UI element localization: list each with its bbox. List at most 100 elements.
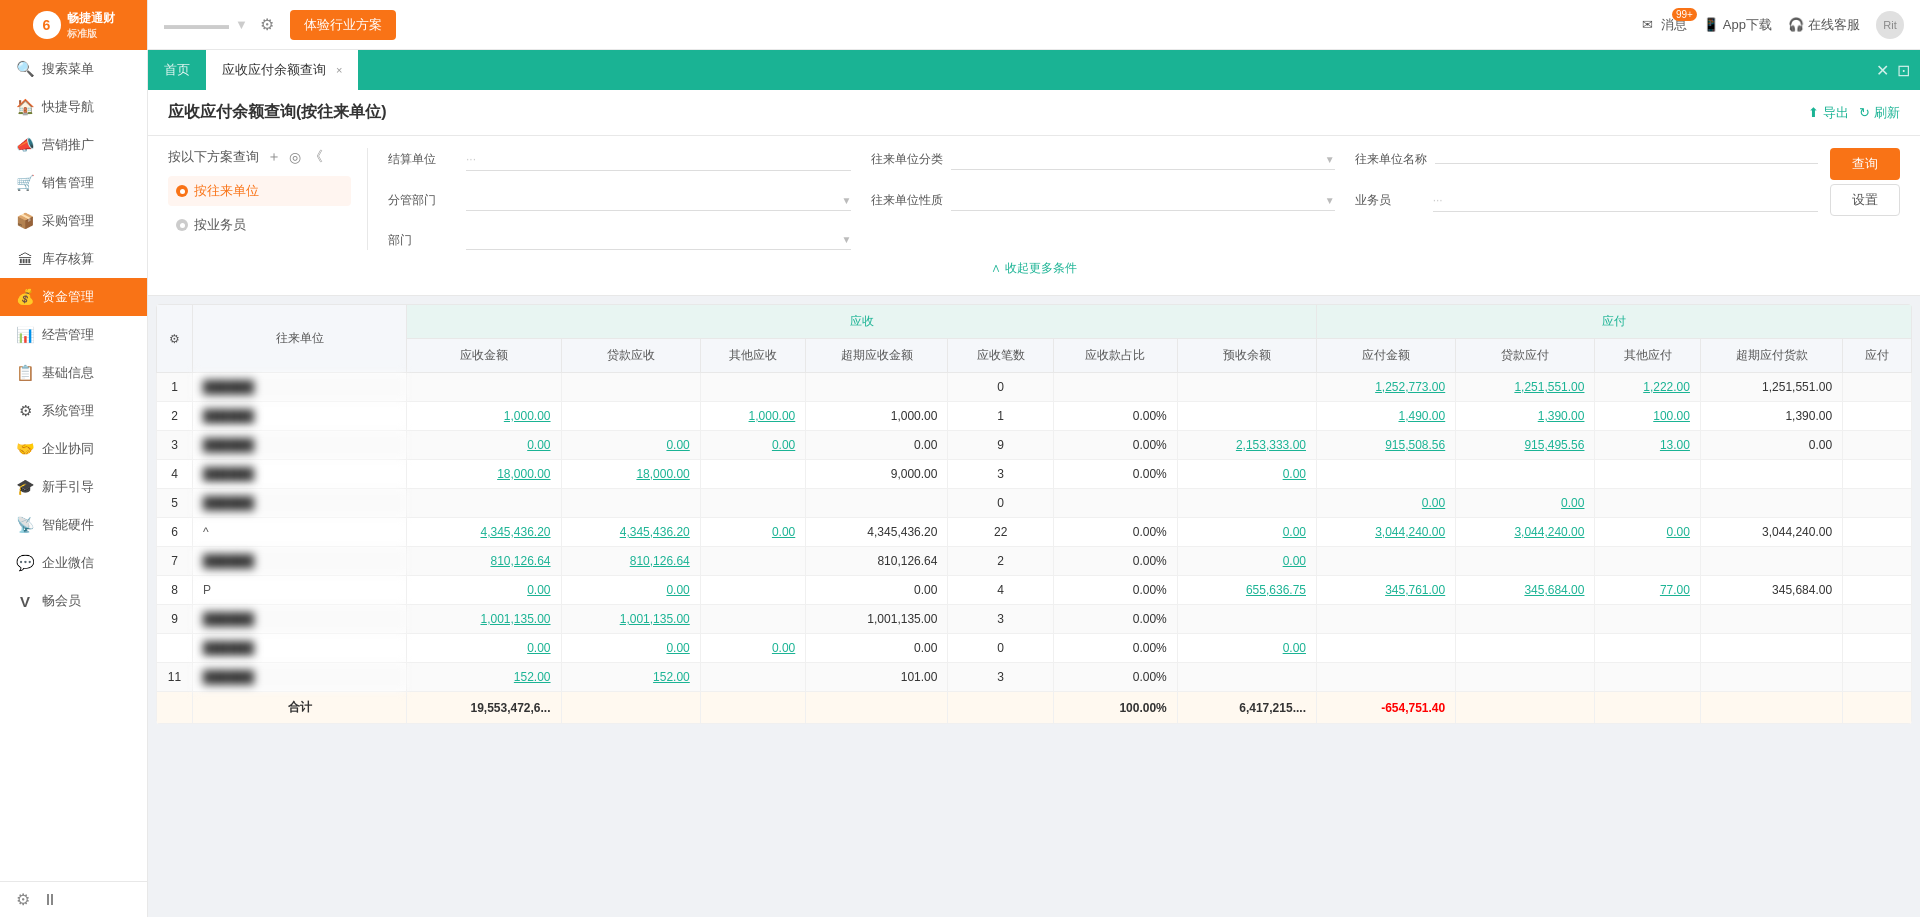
link-prepaid[interactable]: 0.00 xyxy=(1283,525,1306,539)
unit-category-input[interactable]: ▼ xyxy=(951,150,1334,170)
link-ap-amount[interactable]: 1,252,773.00 xyxy=(1375,380,1445,394)
sidebar-item-member[interactable]: V 畅会员 xyxy=(0,582,147,620)
link-ar[interactable]: 18,000.00 xyxy=(497,467,550,481)
sidebar-item-collab[interactable]: 🤝 企业协同 xyxy=(0,430,147,468)
link-ar[interactable]: 0.00 xyxy=(527,641,550,655)
link-ar-loan[interactable]: 0.00 xyxy=(666,438,689,452)
link-ap-other[interactable]: 77.00 xyxy=(1660,583,1690,597)
app-download-button[interactable]: 📱 App下载 xyxy=(1703,16,1772,34)
sidebar-item-nav[interactable]: 🏠 快捷导航 xyxy=(0,88,147,126)
link-ar-loan[interactable]: 810,126.64 xyxy=(630,554,690,568)
link-ar-other[interactable]: 0.00 xyxy=(772,641,795,655)
scheme-option-partner[interactable]: 按往来单位 xyxy=(168,176,351,206)
sidebar-item-search[interactable]: 🔍 搜索菜单 xyxy=(0,50,147,88)
sidebar-settings-icon[interactable]: ⚙ xyxy=(16,890,30,909)
link-ap[interactable]: 915,508.56 xyxy=(1385,438,1445,452)
tab-close-icon[interactable]: × xyxy=(336,64,342,76)
scheme-option-salesperson[interactable]: 按业务员 xyxy=(168,210,351,240)
sidebar-item-operations[interactable]: 📊 经营管理 xyxy=(0,316,147,354)
finance-icon: 💰 xyxy=(16,288,34,306)
link-ap-other[interactable]: 13.00 xyxy=(1660,438,1690,452)
link-prepaid[interactable]: 655,636.75 xyxy=(1246,583,1306,597)
promo-button[interactable]: 体验行业方案 xyxy=(290,10,396,40)
link-ar[interactable]: 152.00 xyxy=(514,670,551,684)
tab-maximize-icon[interactable]: ⊡ xyxy=(1897,61,1910,80)
sidebar-item-basic[interactable]: 📋 基础信息 xyxy=(0,354,147,392)
link-ar-loan[interactable]: 0.00 xyxy=(666,641,689,655)
th-settings[interactable]: ⚙ xyxy=(157,305,193,373)
sidebar-item-system[interactable]: ⚙ 系统管理 xyxy=(0,392,147,430)
link-ap-loan[interactable]: 915,495.56 xyxy=(1524,438,1584,452)
table-row: 1 ██████ 0 1,252,773.00 1,251,551.00 1,2… xyxy=(157,373,1912,402)
link-prepaid[interactable]: 0.00 xyxy=(1283,467,1306,481)
add-scheme-icon[interactable]: ＋ xyxy=(267,148,281,166)
topbar-settings-icon[interactable]: ⚙ xyxy=(260,15,274,34)
cell-ar-loan: 0.00 xyxy=(561,576,700,605)
tab-close-button[interactable]: ✕ xyxy=(1876,61,1889,80)
dept2-input[interactable]: ▼ xyxy=(466,230,851,250)
unit-nature-input[interactable]: ▼ xyxy=(951,191,1334,211)
th-ar-loan: 贷款应收 xyxy=(561,339,700,373)
link-ar-loan[interactable]: 1,001,135.00 xyxy=(620,612,690,626)
collapse-bar[interactable]: ∧ 收起更多条件 xyxy=(168,254,1900,283)
link-ar[interactable]: 810,126.64 xyxy=(490,554,550,568)
sidebar-item-weixin[interactable]: 💬 企业微信 xyxy=(0,544,147,582)
dept-input[interactable]: ▼ xyxy=(466,191,851,211)
link-ap-loan[interactable]: 0.00 xyxy=(1561,496,1584,510)
link-ar[interactable]: 4,345,436.20 xyxy=(480,525,550,539)
link-ar[interactable]: 0.00 xyxy=(527,438,550,452)
link-ar[interactable]: 0.00 xyxy=(527,583,550,597)
link-prepaid[interactable]: 2,153,333.00 xyxy=(1236,438,1306,452)
cell-ap-amount: 1,490.00 xyxy=(1316,402,1455,431)
settlement-unit-input[interactable]: ··· xyxy=(466,148,851,171)
link-ar-other[interactable]: 0.00 xyxy=(772,438,795,452)
collapse-scheme-icon[interactable]: 《 xyxy=(309,148,323,166)
link-ar-other[interactable]: 0.00 xyxy=(772,525,795,539)
link-ar-other[interactable]: 1,000.00 xyxy=(749,409,796,423)
link-ap-other[interactable]: 0.00 xyxy=(1667,525,1690,539)
link-ap[interactable]: 345,761.00 xyxy=(1385,583,1445,597)
cell-ar-ratio: 0.00% xyxy=(1053,576,1177,605)
tab-ar-query[interactable]: 应收应付余额查询 × xyxy=(206,50,358,90)
link-ap-other[interactable]: 100.00 xyxy=(1653,409,1690,423)
link-prepaid[interactable]: 0.00 xyxy=(1283,641,1306,655)
sidebar-item-guide[interactable]: 🎓 新手引导 xyxy=(0,468,147,506)
sidebar-collapse-icon[interactable]: ⏸ xyxy=(42,891,58,909)
unit-name-input[interactable] xyxy=(1435,155,1818,164)
link-ap-other[interactable]: 1,222.00 xyxy=(1643,380,1690,394)
sidebar-item-finance[interactable]: 💰 资金管理 xyxy=(0,278,147,316)
salesperson-input[interactable]: ··· xyxy=(1433,189,1818,212)
th-ar-prepaid: 预收余额 xyxy=(1177,339,1316,373)
edit-scheme-icon[interactable]: ◎ xyxy=(289,149,301,165)
link-ar[interactable]: 1,000.00 xyxy=(504,409,551,423)
sidebar-item-purchase[interactable]: 📦 采购管理 xyxy=(0,202,147,240)
link-ar-loan[interactable]: 18,000.00 xyxy=(636,467,689,481)
link-ar-loan[interactable]: 4,345,436.20 xyxy=(620,525,690,539)
sidebar-item-hardware[interactable]: 📡 智能硬件 xyxy=(0,506,147,544)
scheme-dot-active xyxy=(176,185,188,197)
query-button[interactable]: 查询 xyxy=(1830,148,1900,180)
link-prepaid[interactable]: 0.00 xyxy=(1283,554,1306,568)
link-ap-loan[interactable]: 1,251,551.00 xyxy=(1514,380,1584,394)
user-avatar[interactable]: Rit xyxy=(1876,11,1904,39)
sidebar-item-marketing[interactable]: 📣 营销推广 xyxy=(0,126,147,164)
link-ap[interactable]: 0.00 xyxy=(1422,496,1445,510)
sidebar-item-inventory[interactable]: 🏛 库存核算 xyxy=(0,240,147,278)
table-settings-icon[interactable]: ⚙ xyxy=(169,332,180,346)
link-ap-loan[interactable]: 1,390.00 xyxy=(1538,409,1585,423)
message-button[interactable]: ✉ 99+ 消息 xyxy=(1642,16,1687,34)
link-ap[interactable]: 1,490.00 xyxy=(1399,409,1446,423)
link-ap-loan[interactable]: 3,044,240.00 xyxy=(1514,525,1584,539)
cell-num: 2 xyxy=(157,402,193,431)
link-ap-loan[interactable]: 345,684.00 xyxy=(1524,583,1584,597)
tab-home[interactable]: 首页 xyxy=(148,50,206,90)
online-service-button[interactable]: 🎧 在线客服 xyxy=(1788,16,1860,34)
link-ar-loan[interactable]: 0.00 xyxy=(666,583,689,597)
refresh-button[interactable]: ↻ 刷新 xyxy=(1859,104,1900,122)
export-button[interactable]: ⬆ 导出 xyxy=(1808,104,1849,122)
link-ar-loan[interactable]: 152.00 xyxy=(653,670,690,684)
link-ap[interactable]: 3,044,240.00 xyxy=(1375,525,1445,539)
sidebar-item-sales[interactable]: 🛒 销售管理 xyxy=(0,164,147,202)
settings-button[interactable]: 设置 xyxy=(1830,184,1900,216)
link-ar[interactable]: 1,001,135.00 xyxy=(480,612,550,626)
